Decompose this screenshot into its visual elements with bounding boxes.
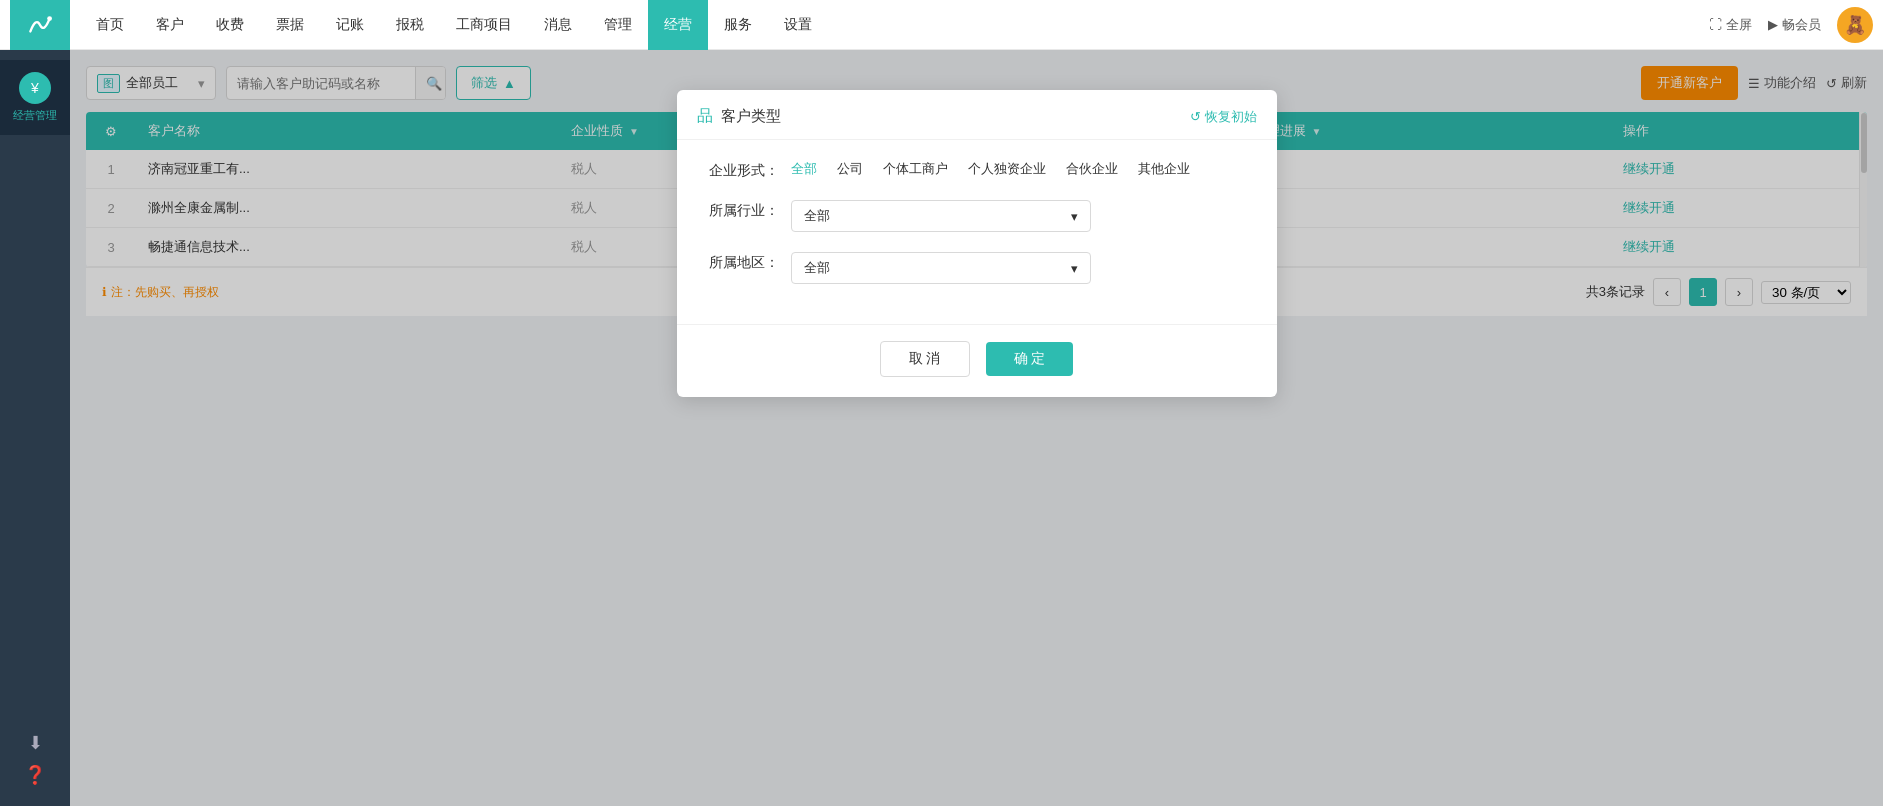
enterprise-company[interactable]: 公司 bbox=[837, 160, 863, 178]
cancel-button[interactable]: 取 消 bbox=[880, 341, 970, 377]
nav-right: ⛶ 全屏 ▶ 畅会员 🧸 bbox=[1709, 7, 1873, 43]
nav-items: 首页 客户 收费 票据 记账 报税 工商项目 消息 管理 经营 服务 设置 bbox=[80, 0, 1709, 50]
nav-operation[interactable]: 经营 bbox=[648, 0, 708, 50]
enterprise-label: 企业形式： bbox=[701, 160, 791, 180]
industry-dropdown-icon: ▾ bbox=[1071, 209, 1078, 224]
nav-settings[interactable]: 设置 bbox=[768, 0, 828, 50]
nav-service[interactable]: 服务 bbox=[708, 0, 768, 50]
reset-icon: ↺ bbox=[1190, 109, 1201, 124]
enterprise-sole[interactable]: 个人独资企业 bbox=[968, 160, 1046, 178]
confirm-button[interactable]: 确 定 bbox=[986, 342, 1074, 376]
sidebar-bottom: ⬇ ❓ bbox=[24, 732, 46, 786]
nav-message[interactable]: 消息 bbox=[528, 0, 588, 50]
modal-title: 品 客户类型 bbox=[697, 106, 781, 127]
region-form-row: 所属地区： 全部 ▾ bbox=[701, 252, 1253, 284]
avatar[interactable]: 🧸 bbox=[1837, 7, 1873, 43]
enterprise-form-row: 企业形式： 全部 公司 个体工商户 个人独资企业 合伙企业 其他企业 bbox=[701, 160, 1253, 180]
modal-reset-button[interactable]: ↺ 恢复初始 bbox=[1190, 108, 1257, 126]
enterprise-individual[interactable]: 个体工商户 bbox=[883, 160, 948, 178]
help-icon[interactable]: ❓ bbox=[24, 764, 46, 786]
enterprise-all[interactable]: 全部 bbox=[791, 160, 817, 178]
layout: ¥ 经营管理 ⬇ ❓ 图 全部员工 ▾ 🔍 筛选 ▲ bbox=[0, 50, 1883, 806]
play-icon: ▶ bbox=[1768, 17, 1778, 32]
vip-button[interactable]: ▶ 畅会员 bbox=[1768, 16, 1821, 34]
modal-body: 企业形式： 全部 公司 个体工商户 个人独资企业 合伙企业 其他企业 bbox=[677, 140, 1277, 324]
logo bbox=[10, 0, 70, 50]
main-content: 图 全部员工 ▾ 🔍 筛选 ▲ 开通新客户 ☰ 功能介绍 ↺ 刷新 bbox=[70, 50, 1883, 806]
modal-overlay: 品 客户类型 ↺ 恢复初始 企业形式： 全部 公司 bbox=[70, 50, 1883, 806]
region-select-wrap: 全部 ▾ bbox=[791, 252, 1253, 284]
filter-modal: 品 客户类型 ↺ 恢复初始 企业形式： 全部 公司 bbox=[677, 90, 1277, 397]
fullscreen-icon: ⛶ bbox=[1709, 17, 1722, 32]
region-label: 所属地区： bbox=[701, 252, 791, 272]
operation-icon: ¥ bbox=[19, 72, 51, 104]
nav-business[interactable]: 工商项目 bbox=[440, 0, 528, 50]
region-dropdown-icon: ▾ bbox=[1071, 261, 1078, 276]
nav-tax[interactable]: 报税 bbox=[380, 0, 440, 50]
region-select[interactable]: 全部 ▾ bbox=[791, 252, 1091, 284]
enterprise-other[interactable]: 其他企业 bbox=[1138, 160, 1190, 178]
modal-title-icon: 品 bbox=[697, 106, 713, 127]
enterprise-options: 全部 公司 个体工商户 个人独资企业 合伙企业 其他企业 bbox=[791, 160, 1253, 178]
download-icon[interactable]: ⬇ bbox=[28, 732, 43, 754]
top-nav: 首页 客户 收费 票据 记账 报税 工商项目 消息 管理 经营 服务 设置 ⛶ … bbox=[0, 0, 1883, 50]
industry-form-row: 所属行业： 全部 ▾ bbox=[701, 200, 1253, 232]
sidebar-item-operation[interactable]: ¥ 经营管理 bbox=[0, 60, 70, 135]
nav-bill[interactable]: 票据 bbox=[260, 0, 320, 50]
sidebar: ¥ 经营管理 ⬇ ❓ bbox=[0, 50, 70, 806]
modal-header: 品 客户类型 ↺ 恢复初始 bbox=[677, 90, 1277, 140]
nav-home[interactable]: 首页 bbox=[80, 0, 140, 50]
industry-select[interactable]: 全部 ▾ bbox=[791, 200, 1091, 232]
modal-footer: 取 消 确 定 bbox=[677, 324, 1277, 397]
nav-fee[interactable]: 收费 bbox=[200, 0, 260, 50]
enterprise-radio-group: 全部 公司 个体工商户 个人独资企业 合伙企业 其他企业 bbox=[791, 160, 1253, 178]
industry-label: 所属行业： bbox=[701, 200, 791, 220]
svg-point-0 bbox=[47, 16, 52, 21]
nav-manage[interactable]: 管理 bbox=[588, 0, 648, 50]
industry-select-wrap: 全部 ▾ bbox=[791, 200, 1253, 232]
fullscreen-button[interactable]: ⛶ 全屏 bbox=[1709, 16, 1752, 34]
nav-customer[interactable]: 客户 bbox=[140, 0, 200, 50]
nav-accounting[interactable]: 记账 bbox=[320, 0, 380, 50]
enterprise-partnership[interactable]: 合伙企业 bbox=[1066, 160, 1118, 178]
